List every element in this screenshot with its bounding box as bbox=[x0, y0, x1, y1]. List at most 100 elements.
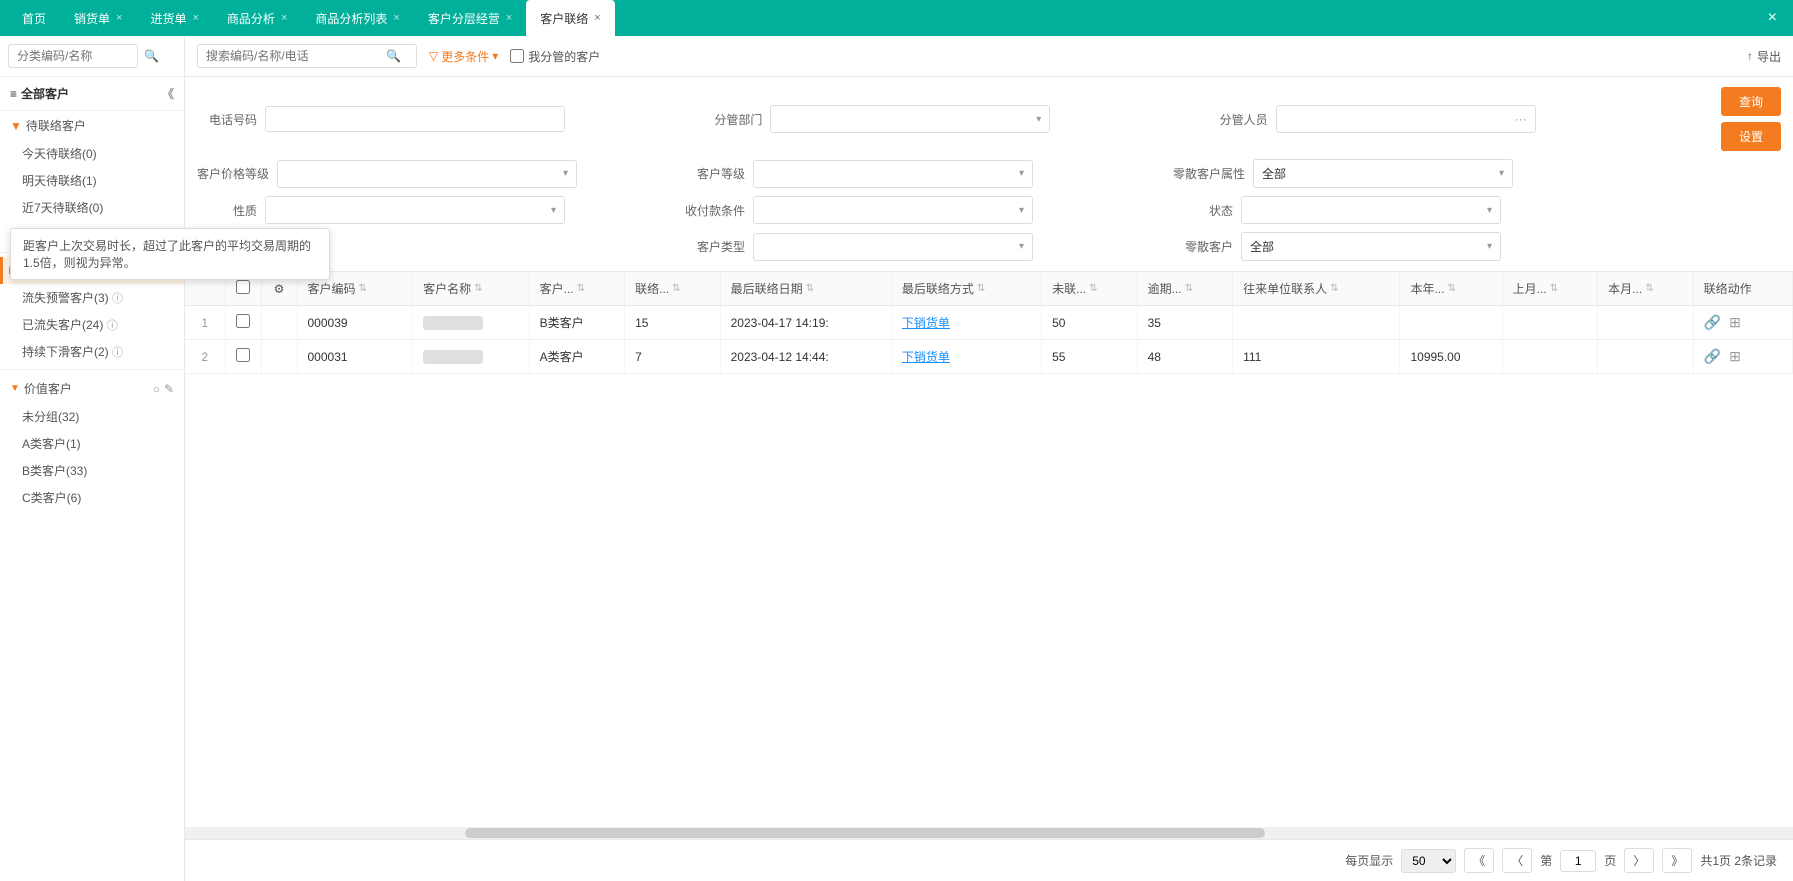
th-overdue[interactable]: 逾期...⇅ bbox=[1137, 272, 1233, 306]
link-method-1[interactable]: 下销货单 bbox=[902, 316, 950, 330]
cell-last-month-2 bbox=[1502, 340, 1598, 374]
dots-icon[interactable]: ··· bbox=[1515, 112, 1527, 126]
export-button[interactable]: ↑ 导出 bbox=[1747, 48, 1781, 65]
th-uncontacted[interactable]: 未联...⇅ bbox=[1042, 272, 1138, 306]
th-this-year[interactable]: 本年...⇅ bbox=[1400, 272, 1502, 306]
tab-customer-contact[interactable]: 客户联络 × bbox=[526, 0, 614, 36]
close-sales-order-icon[interactable]: × bbox=[116, 12, 122, 24]
close-product-analysis-icon[interactable]: × bbox=[281, 12, 287, 24]
link-method-2[interactable]: 下销货单 bbox=[902, 350, 950, 364]
sidebar-item-tomorrow-pending[interactable]: 明天待联络(1) bbox=[0, 167, 184, 194]
settings-icon[interactable]: ⚙ bbox=[274, 282, 285, 296]
sidebar-item-churn-warning[interactable]: 流失预警客户(3) ⓘ bbox=[0, 284, 184, 311]
th-unit-contact[interactable]: 往来单位联系人⇅ bbox=[1233, 272, 1400, 306]
top-navigation: 首页 销货单 × 进货单 × 商品分析 × 商品分析列表 × 客户分层经营 × … bbox=[0, 0, 1793, 36]
nature-select[interactable]: ▾ bbox=[265, 196, 565, 224]
customer-level-select[interactable]: ▾ bbox=[753, 160, 1033, 188]
tab-product-analysis-list[interactable]: 商品分析列表 × bbox=[301, 0, 413, 36]
more-conditions-button[interactable]: ▽ 更多条件 ▾ bbox=[429, 48, 498, 65]
sidebar-item-class-a[interactable]: A类客户(1) bbox=[0, 430, 184, 457]
cell-method-1: 下销货单 bbox=[891, 306, 1041, 340]
close-product-list-icon[interactable]: × bbox=[393, 12, 399, 24]
sidebar-search-input[interactable] bbox=[8, 44, 138, 68]
sidebar-item-ungrouped[interactable]: 未分组(32) bbox=[0, 403, 184, 430]
retail-attr-select[interactable]: 全部 ▾ bbox=[1253, 159, 1513, 188]
row-actions-2: 🔗 ⊞ bbox=[1704, 348, 1782, 365]
sidebar-item-7day-pending[interactable]: 近7天待联络(0) bbox=[0, 194, 184, 221]
sidebar-search-icon[interactable]: 🔍 bbox=[144, 49, 159, 63]
sidebar-item-already-churned[interactable]: 已流失客户(24) ⓘ bbox=[0, 311, 184, 338]
tab-home[interactable]: 首页 bbox=[8, 0, 60, 36]
first-page-button[interactable]: 《 bbox=[1464, 848, 1494, 873]
blurred-name-1 bbox=[423, 316, 483, 330]
page-size-select[interactable]: 50 100 200 bbox=[1401, 849, 1456, 873]
my-customers-checkbox[interactable] bbox=[510, 49, 524, 63]
next-page-button[interactable]: 〉 bbox=[1624, 848, 1654, 873]
th-contact-count[interactable]: 联络...⇅ bbox=[625, 272, 721, 306]
window-close-button[interactable]: × bbox=[1768, 9, 1785, 27]
settings-button[interactable]: 设置 bbox=[1721, 122, 1781, 151]
department-select[interactable]: ▾ bbox=[770, 105, 1050, 133]
row-checkbox-1[interactable] bbox=[236, 314, 250, 328]
action-link-icon-1[interactable]: 🔗 bbox=[1704, 314, 1721, 331]
prev-page-button[interactable]: 〈 bbox=[1502, 848, 1532, 873]
edit-icon[interactable]: ○ bbox=[153, 382, 160, 396]
retail-customer-select[interactable]: 全部 ▾ bbox=[1241, 232, 1501, 261]
action-grid-icon-2[interactable]: ⊞ bbox=[1729, 348, 1741, 365]
filter-row-1: 电话号码 分管部门 ▾ 分管人员 ··· bbox=[197, 87, 1781, 151]
table-header-row: ⚙ 客户编码⇅ 客户名称⇅ 客户...⇅ 联络...⇅ bbox=[185, 272, 1793, 306]
sidebar-item-class-c[interactable]: C类客户(6) bbox=[0, 484, 184, 511]
query-button[interactable]: 查询 bbox=[1721, 87, 1781, 116]
close-purchase-icon[interactable]: × bbox=[192, 12, 198, 24]
my-customers-checkbox-area: 我分管的客户 bbox=[510, 48, 600, 65]
th-last-contact-method[interactable]: 最后联络方式⇅ bbox=[891, 272, 1041, 306]
group-icon[interactable]: ✎ bbox=[164, 382, 174, 396]
page-number-input[interactable] bbox=[1560, 850, 1596, 872]
tab-sales-order[interactable]: 销货单 × bbox=[60, 0, 136, 36]
sidebar-item-class-b[interactable]: B类客户(33) bbox=[0, 457, 184, 484]
action-link-icon-2[interactable]: 🔗 bbox=[1704, 348, 1721, 365]
tab-purchase-order[interactable]: 进货单 × bbox=[136, 0, 212, 36]
tab-customer-segmentation[interactable]: 客户分层经营 × bbox=[414, 0, 526, 36]
sidebar-search-area: 🔍 bbox=[0, 36, 184, 77]
th-last-month[interactable]: 上月...⇅ bbox=[1502, 272, 1598, 306]
filter-payment-term: 收付款条件 ▾ bbox=[685, 196, 1165, 224]
tooltip-box: 距客户上次交易时长，超过了此客户的平均交易周期的1.5倍，则视为异常。 bbox=[185, 228, 330, 280]
status-select[interactable]: ▾ bbox=[1241, 196, 1501, 224]
sort-icon: ⇅ bbox=[474, 283, 482, 294]
chevron-down-icon: ▾ bbox=[551, 205, 556, 216]
payment-term-select[interactable]: ▾ bbox=[753, 196, 1033, 224]
sidebar-item-today-pending[interactable]: 今天待联络(0) bbox=[0, 140, 184, 167]
close-contact-icon[interactable]: × bbox=[594, 12, 600, 24]
cell-actions-2: 🔗 ⊞ bbox=[1693, 340, 1792, 374]
close-segmentation-icon[interactable]: × bbox=[506, 12, 512, 24]
th-name[interactable]: 客户名称⇅ bbox=[413, 272, 529, 306]
chevron-down-icon: ▾ bbox=[1019, 168, 1024, 179]
th-category[interactable]: 客户...⇅ bbox=[529, 272, 625, 306]
price-level-select[interactable]: ▾ bbox=[277, 160, 577, 188]
scrollbar-thumb[interactable] bbox=[465, 828, 1265, 838]
collapse-icon[interactable]: 《 bbox=[162, 85, 174, 102]
customer-type-select[interactable]: ▾ bbox=[753, 233, 1033, 261]
row-checkbox-2[interactable] bbox=[236, 348, 250, 362]
manager-select[interactable]: ··· bbox=[1276, 105, 1536, 133]
action-grid-icon-1[interactable]: ⊞ bbox=[1729, 314, 1741, 331]
cell-uncontacted-1: 50 bbox=[1042, 306, 1138, 340]
select-all-checkbox[interactable] bbox=[236, 280, 250, 294]
phone-input[interactable] bbox=[265, 106, 565, 132]
sidebar-item-declining[interactable]: 持续下滑客户(2) ⓘ bbox=[0, 338, 184, 365]
chevron-down-icon: ▾ bbox=[1487, 205, 1492, 216]
horizontal-scrollbar[interactable] bbox=[185, 827, 1793, 839]
last-page-button[interactable]: 》 bbox=[1662, 848, 1692, 873]
search-icon[interactable]: 🔍 bbox=[386, 49, 401, 63]
cell-name-2 bbox=[413, 340, 529, 374]
th-last-contact-date[interactable]: 最后联络日期⇅ bbox=[720, 272, 891, 306]
filter-phone: 电话号码 bbox=[197, 106, 694, 132]
th-this-month[interactable]: 本月...⇅ bbox=[1598, 272, 1694, 306]
tab-product-analysis[interactable]: 商品分析 × bbox=[213, 0, 301, 36]
cell-checkbox-1 bbox=[225, 306, 261, 340]
cell-settings-1 bbox=[261, 306, 297, 340]
sidebar-group-pending[interactable]: ▼ 待联络客户 bbox=[0, 111, 184, 140]
main-search-input[interactable] bbox=[206, 49, 386, 63]
sidebar-group-value-customers[interactable]: ▼ 价值客户 ○ ✎ bbox=[0, 374, 184, 403]
